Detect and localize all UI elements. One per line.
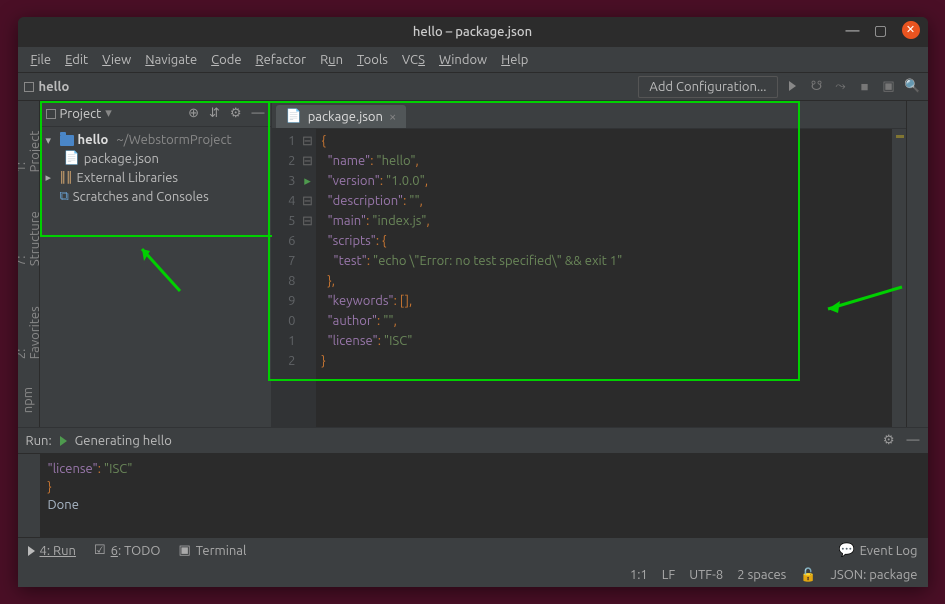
menu-edit[interactable]: Edit [58,50,95,70]
layout-icon[interactable]: ▣ [880,79,898,94]
fold-gutter: ⊟ ⊟▸⊟ ⊟ [300,129,316,427]
run-gear-icon[interactable]: ⚙ [883,433,895,448]
rail-project[interactable]: 1: Project [18,119,43,172]
menu-tools[interactable]: Tools [350,50,395,70]
tool-todo[interactable]: ☑6: TODO [94,543,161,558]
run-label: Run: [26,434,52,448]
tab-package-json[interactable]: 📄package.json× [276,105,407,128]
minimize-button[interactable]: — [846,23,860,37]
stop-icon[interactable]: ■ [856,79,874,94]
gear-icon[interactable]: ⚙ [230,106,242,121]
scratch-icon: ⧉ [60,189,69,204]
rail-structure[interactable]: 7: Structure [18,200,43,266]
rail-npm[interactable]: npm [21,387,35,413]
add-configuration-button[interactable]: Add Configuration... [638,76,777,98]
run-panel: Run: Generating hello ⚙ — "license": "IS… [18,427,928,537]
menu-help[interactable]: Help [494,50,535,70]
tool-event-log[interactable]: 💬Event Log [838,543,917,558]
project-tree: ▾ hello ~/WebstormProject 📄package.json … [40,127,271,210]
menu-navigate[interactable]: Navigate [138,50,204,70]
menu-code[interactable]: Code [204,50,248,70]
menu-file[interactable]: File [24,50,59,70]
tree-external-libraries[interactable]: ▸∥∥External Libraries [42,168,269,187]
titlebar: hello – package.json — ▢ ✕ [18,17,928,47]
menu-run[interactable]: Run [313,50,350,70]
locate-icon[interactable]: ⊕ [188,106,199,121]
app-window: hello – package.json — ▢ ✕ File Edit Vie… [18,17,928,587]
collapse-icon[interactable]: ⇵ [209,106,220,121]
code-editor[interactable]: 123456789012 ⊟ ⊟▸⊟ ⊟ { "name": "hello", … [272,129,906,427]
tree-file-package[interactable]: 📄package.json [42,149,269,168]
editor-area: 📄package.json× 123456789012 ⊟ ⊟▸⊟ ⊟ { "n… [272,101,906,427]
run-icon[interactable] [784,80,802,94]
tool-terminal[interactable]: ▣Terminal [179,543,247,558]
run-task: Generating hello [75,434,172,448]
window-title: hello – package.json [413,25,532,39]
tree-scratches[interactable]: ⧉Scratches and Consoles [42,187,269,206]
tool-run[interactable]: 4: Run [28,544,76,558]
left-tool-rail: 1: Project 7: Structure 2: Favorites npm [18,101,40,427]
rail-favorites[interactable]: 2: Favorites [18,295,43,359]
status-line-ending[interactable]: LF [662,568,675,582]
project-header-label: Project [60,107,102,121]
maximize-button[interactable]: ▢ [874,23,888,37]
project-pane: Project ▾ ⊕ ⇵ ⚙ — ▾ hello ~/WebstormProj… [40,101,272,427]
code-content[interactable]: { "name": "hello", "version": "1.0.0", "… [316,129,892,427]
breadcrumb[interactable]: hello [24,80,70,94]
tree-root[interactable]: ▾ hello ~/WebstormProject [42,131,269,149]
breadcrumb-root: hello [39,80,70,94]
menu-window[interactable]: Window [432,50,494,70]
annotation-arrow-left [130,241,190,301]
close-icon[interactable]: × [389,110,396,124]
coverage-icon[interactable]: ⤳ [832,79,850,94]
menu-refactor[interactable]: Refactor [249,50,314,70]
statusbar: 1:1 LF UTF-8 2 spaces 🔓 JSON: package [18,563,928,587]
status-lock-icon[interactable]: 🔓 [800,568,816,583]
close-button[interactable]: ✕ [902,21,920,39]
run-hide-icon[interactable]: — [907,433,920,448]
status-lang[interactable]: JSON: package [831,568,918,582]
right-tool-rail [906,101,928,427]
status-cursor[interactable]: 1:1 [630,568,648,582]
menu-view[interactable]: View [95,50,138,70]
run-header: Run: Generating hello ⚙ — [18,428,928,454]
debug-icon[interactable]: ☋ [808,79,826,94]
run-toolbar [18,454,40,537]
editor-tabs: 📄package.json× [272,101,906,129]
project-header: Project ▾ ⊕ ⇵ ⚙ — [40,101,271,127]
status-encoding[interactable]: UTF-8 [689,568,723,582]
nav-toolbar: hello Add Configuration... ☋ ⤳ ■ ▣ 🔍 [18,73,928,101]
menu-vcs[interactable]: VCS [395,50,432,70]
line-gutter: 123456789012 [272,129,300,427]
menubar: File Edit View Navigate Code Refactor Ru… [18,47,928,73]
folder-icon [60,135,74,146]
bottom-toolbar: 4: Run ☑6: TODO ▣Terminal 💬Event Log [18,537,928,563]
project-icon [46,109,56,119]
play-icon [60,436,67,446]
search-icon[interactable]: 🔍 [904,79,922,94]
marker-gutter [892,129,906,427]
status-indent[interactable]: 2 spaces [737,568,786,582]
hide-pane-icon[interactable]: — [252,106,265,121]
module-icon [24,82,34,92]
run-output[interactable]: "license": "ISC" } Done [18,454,928,537]
library-icon: ∥∥ [60,170,73,185]
